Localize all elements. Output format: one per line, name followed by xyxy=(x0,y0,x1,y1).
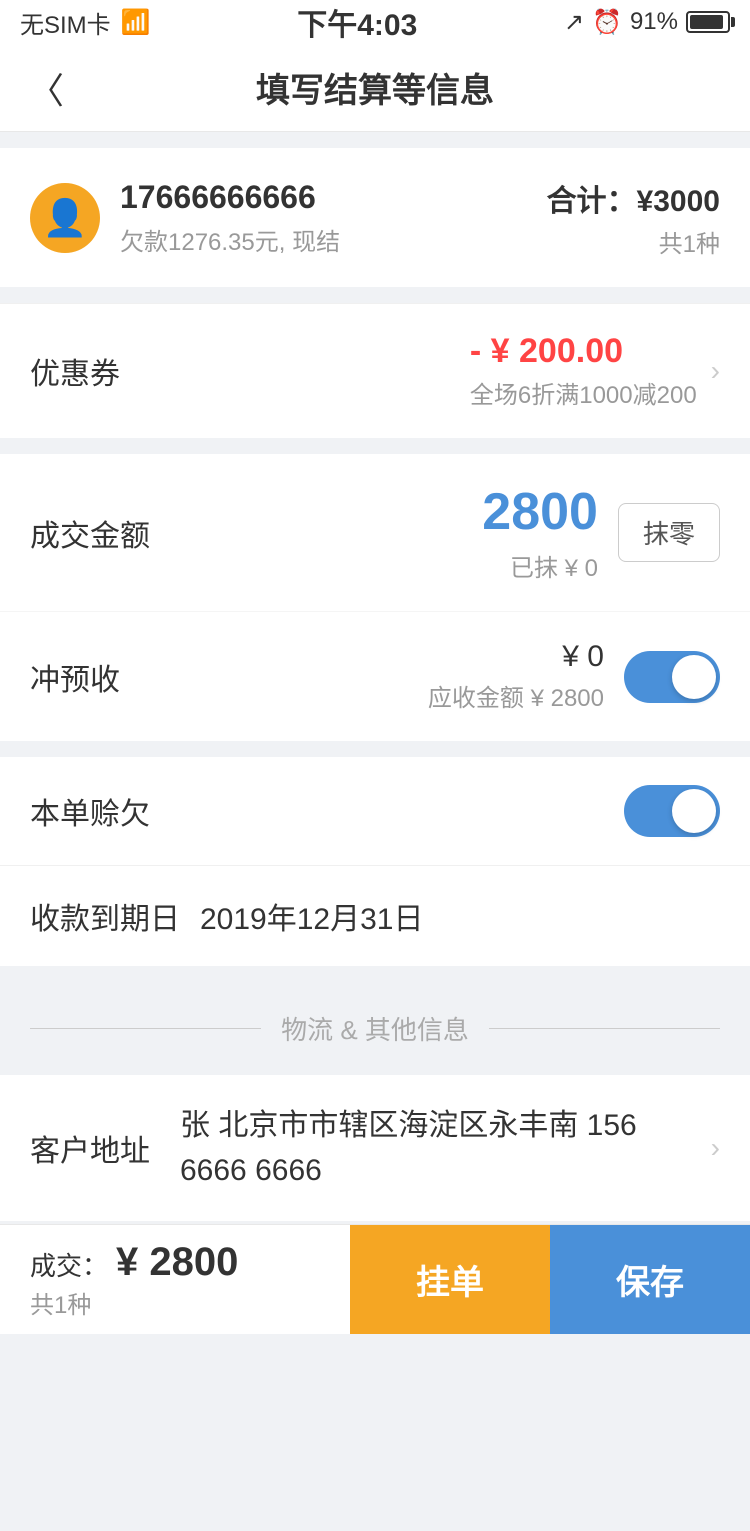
user-left: 👤 17666666666 欠款1276.35元, 现结 xyxy=(30,179,340,257)
debt-toggle-knob xyxy=(672,789,716,833)
precollect-right: ¥ 0 应收金额 ¥ 2800 xyxy=(428,640,720,713)
precollect-toggle[interactable] xyxy=(624,651,720,703)
section-divider-1 xyxy=(0,438,750,454)
user-info: 17666666666 欠款1276.35元, 现结 xyxy=(120,179,340,257)
amount-row: 成交金额 2800 已抹 ¥ 0 抹零 xyxy=(0,454,750,612)
coupon-discount: - ¥ 200.00 xyxy=(470,332,697,371)
debt-row: 本单赊欠 xyxy=(0,757,750,865)
debt-label: 本单赊欠 xyxy=(30,789,150,833)
bottom-deal-label: 成交： xyxy=(30,1246,108,1283)
precollect-sub: 应收金额 ¥ 2800 xyxy=(428,678,604,713)
precollect-amount: ¥ 0 xyxy=(428,640,604,674)
round-button[interactable]: 抹零 xyxy=(618,503,720,562)
coupon-right: - ¥ 200.00 全场6折满1000减200 › xyxy=(470,332,720,410)
logistics-divider: 物流 & 其他信息 xyxy=(0,982,750,1075)
duedate-value: 2019年12月31日 xyxy=(200,894,423,938)
bottom-bar: 成交： ¥ 2800 共1种 挂单 保存 xyxy=(0,1224,750,1334)
logistics-label: 物流 & 其他信息 xyxy=(281,1010,469,1047)
duedate-row: 收款到期日 2019年12月31日 xyxy=(0,865,750,966)
precollect-row: 冲预收 ¥ 0 应收金额 ¥ 2800 xyxy=(0,612,750,741)
divider-line-left xyxy=(30,1028,261,1029)
status-right: ↗ ⏰ 91% xyxy=(564,8,730,37)
section-divider-2 xyxy=(0,741,750,757)
status-bar: 无SIM卡 📶 下午4:03 ↗ ⏰ 91% xyxy=(0,0,750,44)
status-time: 下午4:03 xyxy=(297,0,417,44)
amount-value: 2800 xyxy=(482,482,598,542)
count-label: 共1种 xyxy=(547,224,720,259)
user-right: 合计：¥3000 共1种 xyxy=(547,176,720,259)
nav-bar: 〈 填写结算等信息 xyxy=(0,44,750,132)
amount-right: 2800 已抹 ¥ 0 抹零 xyxy=(482,482,720,583)
coupon-info: - ¥ 200.00 全场6折满1000减200 xyxy=(470,332,697,410)
save-button[interactable]: 保存 xyxy=(550,1225,750,1334)
avatar: 👤 xyxy=(30,183,100,253)
hang-button[interactable]: 挂单 xyxy=(350,1225,550,1334)
back-button[interactable]: 〈 xyxy=(28,62,64,114)
status-left: 无SIM卡 📶 xyxy=(20,5,151,40)
user-phone: 17666666666 xyxy=(120,179,340,216)
bottom-deal-row: 成交： ¥ 2800 xyxy=(30,1240,320,1285)
address-row[interactable]: 客户地址 张 北京市市辖区海淀区永丰南 156 6666 6666 › xyxy=(0,1075,750,1221)
battery-label: 91% xyxy=(630,8,678,36)
coupon-row[interactable]: 优惠券 - ¥ 200.00 全场6折满1000减200 › xyxy=(0,303,750,438)
precollect-toggle-knob xyxy=(672,655,716,699)
total-value: 合计：¥3000 xyxy=(547,176,720,220)
carrier-label: 无SIM卡 xyxy=(20,5,111,40)
address-value: 张 北京市市辖区海淀区永丰南 156 6666 6666 xyxy=(180,1103,701,1193)
user-row: 👤 17666666666 欠款1276.35元, 现结 合计：¥3000 共1… xyxy=(30,176,720,259)
address-chevron-icon: › xyxy=(711,1132,720,1164)
precollect-label: 冲预收 xyxy=(30,655,120,699)
section-divider-3 xyxy=(0,966,750,982)
location-icon: ↗ xyxy=(564,8,584,37)
avatar-icon: 👤 xyxy=(43,197,88,239)
amount-value-block: 2800 已抹 ¥ 0 xyxy=(482,482,598,583)
coupon-label: 优惠券 xyxy=(30,349,120,393)
alarm-icon: ⏰ xyxy=(592,8,622,37)
bottom-amount: ¥ 2800 xyxy=(116,1240,238,1285)
wifi-icon: 📶 xyxy=(121,8,151,37)
address-label: 客户地址 xyxy=(30,1126,150,1170)
bottom-count: 共1种 xyxy=(30,1285,320,1320)
coupon-chevron-icon: › xyxy=(711,355,720,387)
amount-label: 成交金额 xyxy=(30,511,150,555)
battery-fill xyxy=(690,15,723,29)
battery-icon xyxy=(686,11,730,33)
bottom-info: 成交： ¥ 2800 共1种 xyxy=(0,1225,350,1334)
coupon-desc: 全场6折满1000减200 xyxy=(470,375,697,410)
duedate-label: 收款到期日 xyxy=(30,894,180,938)
user-info-card: 👤 17666666666 欠款1276.35元, 现结 合计：¥3000 共1… xyxy=(0,148,750,287)
page-title: 填写结算等信息 xyxy=(256,63,494,112)
precollect-value-block: ¥ 0 应收金额 ¥ 2800 xyxy=(428,640,604,713)
debt-toggle[interactable] xyxy=(624,785,720,837)
divider-line-right xyxy=(489,1028,720,1029)
amount-sub: 已抹 ¥ 0 xyxy=(482,548,598,583)
user-subtext: 欠款1276.35元, 现结 xyxy=(120,222,340,257)
